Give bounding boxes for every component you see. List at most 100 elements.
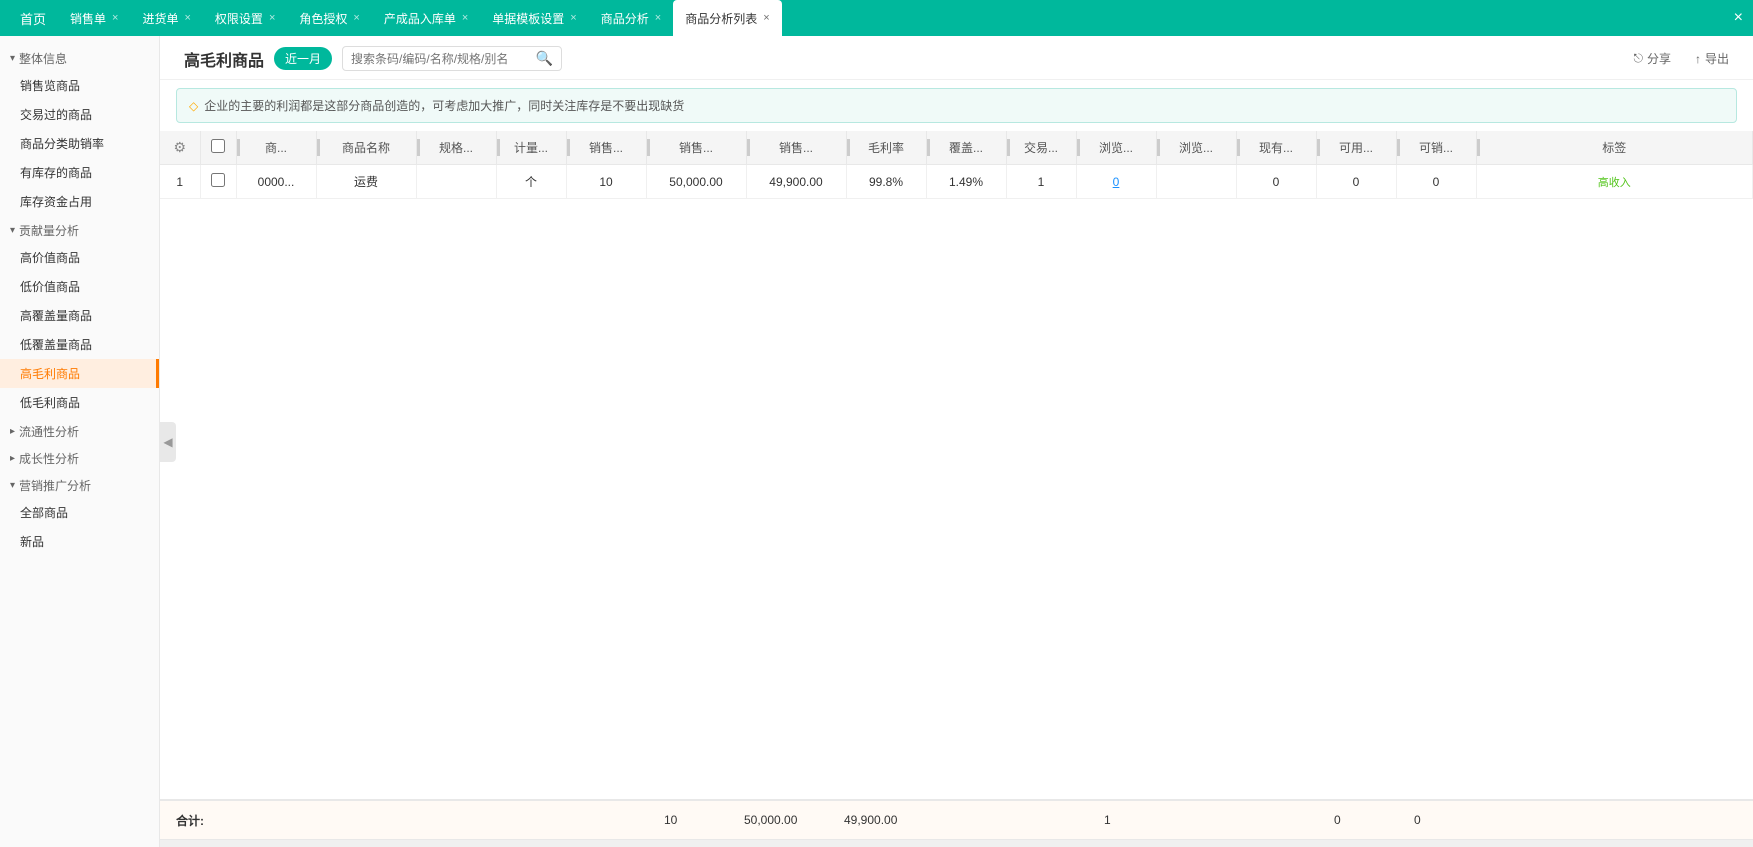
cell-browse1[interactable]: 0 bbox=[1076, 165, 1156, 199]
col-code: 商... bbox=[236, 131, 316, 165]
sidebar-item-low-value[interactable]: 低价值商品 bbox=[0, 272, 159, 301]
col-available: 可用... bbox=[1316, 131, 1396, 165]
footer-current: 0 bbox=[1328, 813, 1408, 827]
cell-name[interactable]: 运费 bbox=[316, 165, 416, 199]
cell-checkbox bbox=[200, 165, 236, 199]
data-table: ⚙ 商... 商品名称 bbox=[160, 131, 1753, 199]
sidebar-item-all-goods[interactable]: 全部商品 bbox=[0, 498, 159, 527]
content-header: 高毛利商品 近一月 🔍 ⎋ 分享 ↑ 导出 bbox=[160, 36, 1753, 80]
nav-goods-list[interactable]: 商品分析列表 × bbox=[673, 0, 781, 36]
col-index: ⚙ bbox=[160, 131, 200, 165]
table-container: ⚙ 商... 商品名称 bbox=[160, 131, 1753, 799]
search-icon[interactable]: 🔍 bbox=[536, 50, 553, 67]
sidebar-item-new-goods[interactable]: 新品 bbox=[0, 527, 159, 556]
sidebar-group-liquidity[interactable]: ▸ 流通性分析 bbox=[0, 417, 159, 444]
app-root: 首页 销售单 × 进货单 × 权限设置 × 角色授权 × 产成品入库单 × 单据… bbox=[0, 0, 1753, 847]
browse1-link[interactable]: 0 bbox=[1113, 175, 1120, 189]
top-nav: 首页 销售单 × 进货单 × 权限设置 × 角色授权 × 产成品入库单 × 单据… bbox=[0, 0, 1753, 36]
sidebar-group-growth[interactable]: ▸ 成长性分析 bbox=[0, 444, 159, 471]
col-sellable: 可销... bbox=[1396, 131, 1476, 165]
col-coverage: 覆盖... bbox=[926, 131, 1006, 165]
cell-code: 0000... bbox=[236, 165, 316, 199]
horizontal-scrollbar[interactable] bbox=[160, 839, 1753, 847]
nav-goods-analysis[interactable]: 商品分析 × bbox=[589, 0, 673, 36]
nav-role[interactable]: 角色授权 × bbox=[287, 0, 371, 36]
footer-sales-qty: 10 bbox=[658, 813, 738, 827]
share-button[interactable]: ⎋ 分享 bbox=[1625, 46, 1679, 71]
filter-recent-month-button[interactable]: 近一月 bbox=[274, 47, 332, 70]
nav-template[interactable]: 单据模板设置 × bbox=[480, 0, 588, 36]
search-box: 🔍 bbox=[342, 46, 562, 71]
export-button[interactable]: ↑ 导出 bbox=[1687, 46, 1737, 71]
arrow-right-icon-2: ▸ bbox=[10, 453, 15, 464]
sidebar-item-high-value[interactable]: 高价值商品 bbox=[0, 243, 159, 272]
nav-close-product-in[interactable]: × bbox=[462, 12, 468, 24]
nav-permission[interactable]: 权限设置 × bbox=[203, 0, 287, 36]
col-name: 商品名称 bbox=[316, 131, 416, 165]
gear-icon[interactable]: ⚙ bbox=[173, 139, 186, 155]
arrow-down-icon-2: ▾ bbox=[10, 225, 15, 236]
arrow-right-icon: ▸ bbox=[10, 426, 15, 437]
info-icon: ◇ bbox=[189, 99, 198, 113]
cell-current: 0 bbox=[1236, 165, 1316, 199]
nav-close-goods-analysis[interactable]: × bbox=[655, 12, 661, 24]
col-sales-qty: 销售... bbox=[566, 131, 646, 165]
col-spec: 规格... bbox=[416, 131, 496, 165]
nav-close-goods-list[interactable]: × bbox=[763, 12, 769, 24]
col-browse2: 浏览... bbox=[1156, 131, 1236, 165]
sidebar-item-high-margin[interactable]: 高毛利商品 bbox=[0, 359, 159, 388]
nav-product-in[interactable]: 产成品入库单 × bbox=[372, 0, 480, 36]
sidebar-item-stock-goods[interactable]: 有库存的商品 bbox=[0, 158, 159, 187]
col-checkbox bbox=[200, 131, 236, 165]
footer-summary: 合计: 10 50,000.00 49,900.00 1 bbox=[160, 799, 1753, 839]
sidebar-group-contribution[interactable]: ▾ 贡献量分析 bbox=[0, 216, 159, 243]
sidebar-item-high-coverage[interactable]: 高覆盖量商品 bbox=[0, 301, 159, 330]
select-all-checkbox[interactable] bbox=[211, 139, 225, 153]
sidebar-group-marketing[interactable]: ▾ 营销推广分析 bbox=[0, 471, 159, 498]
nav-close-purchase[interactable]: × bbox=[184, 12, 190, 24]
collapse-icon: ◀ bbox=[163, 435, 172, 449]
content-area: ◀ 高毛利商品 近一月 🔍 ⎋ 分享 ↑ 导出 bbox=[160, 36, 1753, 847]
nav-sales[interactable]: 销售单 × bbox=[58, 0, 130, 36]
col-sales-amount: 销售... bbox=[646, 131, 746, 165]
action-buttons: ⎋ 分享 ↑ 导出 bbox=[1625, 46, 1737, 71]
nav-purchase[interactable]: 进货单 × bbox=[130, 0, 202, 36]
footer-available: 0 bbox=[1408, 813, 1488, 827]
cell-spec bbox=[416, 165, 496, 199]
search-input[interactable] bbox=[351, 52, 536, 66]
info-banner: ◇ 企业的主要的利润都是这部分商品创造的，可考虑加大推广，同时关注库存是不要出现… bbox=[176, 88, 1737, 123]
sidebar-item-low-coverage[interactable]: 低覆盖量商品 bbox=[0, 330, 159, 359]
sidebar-item-stock-capital[interactable]: 库存资金占用 bbox=[0, 187, 159, 216]
nav-home[interactable]: 首页 bbox=[8, 0, 58, 36]
sidebar: ▾ 整体信息 销售览商品 交易过的商品 商品分类助销率 有库存的商品 库存资金占… bbox=[0, 36, 160, 847]
footer-label: 合计: bbox=[176, 812, 236, 829]
col-browse1: 浏览... bbox=[1076, 131, 1156, 165]
col-unit: 计量... bbox=[496, 131, 566, 165]
footer-sales-cost: 49,900.00 bbox=[838, 813, 938, 827]
nav-close-permission[interactable]: × bbox=[269, 12, 275, 24]
nav-close-template[interactable]: × bbox=[570, 12, 576, 24]
close-all-button[interactable]: × bbox=[1734, 9, 1743, 27]
sidebar-group-overview[interactable]: ▾ 整体信息 bbox=[0, 44, 159, 71]
cell-sales-cost: 49,900.00 bbox=[746, 165, 846, 199]
nav-close-role[interactable]: × bbox=[353, 12, 359, 24]
sidebar-item-sales-browse[interactable]: 销售览商品 bbox=[0, 71, 159, 100]
row-checkbox[interactable] bbox=[211, 173, 225, 187]
sidebar-item-category-sales-rate[interactable]: 商品分类助销率 bbox=[0, 129, 159, 158]
table-row: 1 0000... 运费 个 10 50,000.00 49,900.00 99 bbox=[160, 165, 1753, 199]
cell-available: 0 bbox=[1316, 165, 1396, 199]
col-current: 现有... bbox=[1236, 131, 1316, 165]
cell-unit: 个 bbox=[496, 165, 566, 199]
cell-trade: 1 bbox=[1006, 165, 1076, 199]
nav-close-sales[interactable]: × bbox=[112, 12, 118, 24]
sidebar-item-low-margin[interactable]: 低毛利商品 bbox=[0, 388, 159, 417]
col-sales-cost: 销售... bbox=[746, 131, 846, 165]
sidebar-collapse-button[interactable]: ◀ bbox=[160, 422, 176, 462]
sidebar-item-traded-goods[interactable]: 交易过的商品 bbox=[0, 100, 159, 129]
arrow-down-icon: ▾ bbox=[10, 53, 15, 64]
arrow-down-icon-3: ▾ bbox=[10, 480, 15, 491]
cell-coverage: 1.49% bbox=[926, 165, 1006, 199]
cell-sales-qty: 10 bbox=[566, 165, 646, 199]
footer-cells: 10 50,000.00 49,900.00 1 0 0 bbox=[252, 813, 1737, 827]
main-layout: ▾ 整体信息 销售览商品 交易过的商品 商品分类助销率 有库存的商品 库存资金占… bbox=[0, 36, 1753, 847]
